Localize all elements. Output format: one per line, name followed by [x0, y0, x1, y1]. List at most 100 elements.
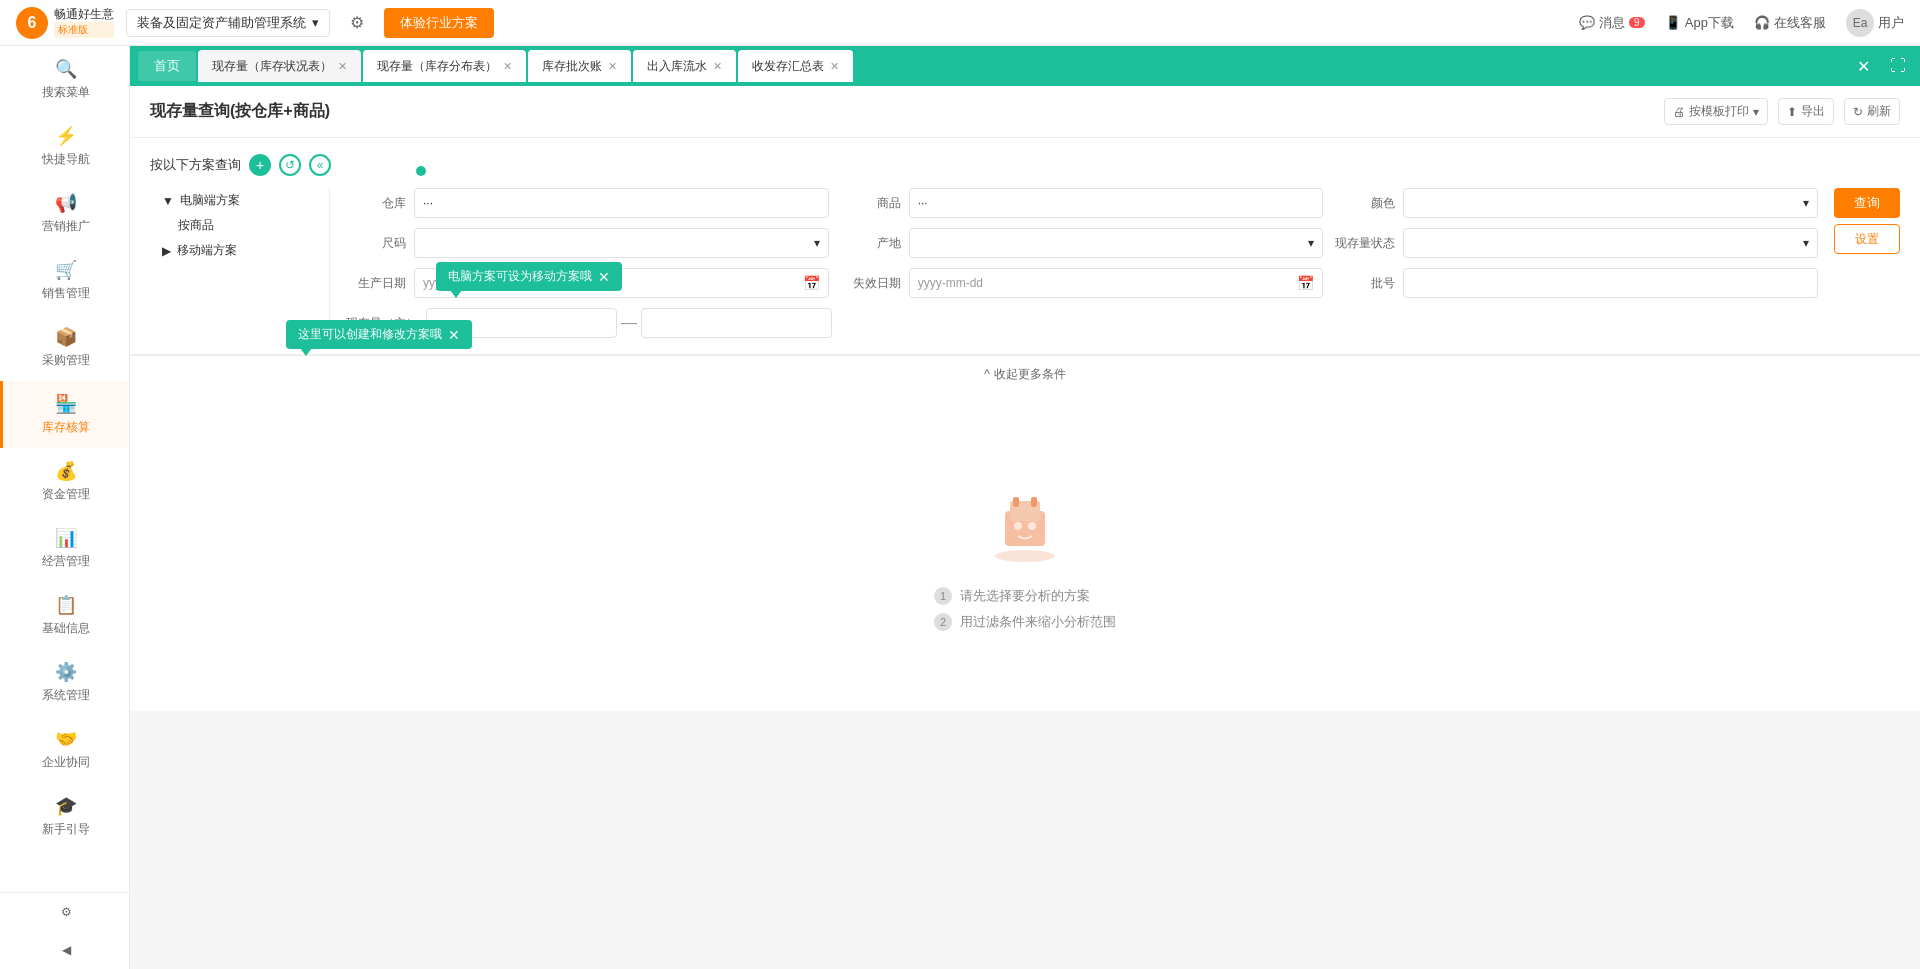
- tooltip1-text: 电脑方案可设为移动方案哦: [448, 268, 592, 285]
- tab-flow-close[interactable]: ✕: [713, 60, 722, 73]
- filter-row-1: 仓库 ··· 商品 ···: [346, 188, 1818, 218]
- top-bar-left: 6 畅通好生意 标准版 装备及固定资产辅助管理系统 ▾ ⚙ 体验行业方案: [16, 7, 494, 39]
- tab-close-all-btn[interactable]: ✕: [1851, 55, 1876, 78]
- tab-fullscreen-btn[interactable]: ⛶: [1884, 55, 1912, 77]
- tab-home[interactable]: 首页: [138, 51, 196, 81]
- filter-dot-indicator: [416, 166, 426, 176]
- tab-flow[interactable]: 出入库流水 ✕: [633, 50, 736, 82]
- sidebar-item-sales[interactable]: 🛒 销售管理: [0, 247, 129, 314]
- collapse-arrow-icon: ◀: [62, 943, 71, 957]
- sidebar-item-inventory[interactable]: 🏪 库存核算: [0, 381, 129, 448]
- origin-input[interactable]: ▾: [909, 228, 1324, 258]
- purchase-icon: 📦: [55, 326, 77, 348]
- reset-button[interactable]: 设置: [1834, 224, 1900, 254]
- message-item[interactable]: 💬 消息 9: [1579, 14, 1645, 32]
- empty-state-icon: [975, 471, 1075, 571]
- collapse-row: ^ 收起更多条件: [130, 355, 1920, 391]
- empty-tips: 1 请先选择要分析的方案 2 用过滤条件来缩小分析范围: [934, 587, 1116, 631]
- size-input[interactable]: ▾: [414, 228, 829, 258]
- color-input[interactable]: ▾: [1403, 188, 1818, 218]
- tip-text-1: 请先选择要分析的方案: [960, 587, 1090, 605]
- range-separator: —: [621, 314, 637, 332]
- sidebar-item-enterprise[interactable]: 🤝 企业协同: [0, 716, 129, 783]
- expire-date-placeholder: yyyy-mm-dd: [918, 276, 983, 290]
- warehouse-dots: ···: [423, 196, 433, 210]
- main-layout: 🔍 搜索菜单 ⚡ 快捷导航 📢 营销推广 🛒 销售管理 📦 采购管理 🏪 库存核…: [0, 46, 1920, 969]
- online-service-item[interactable]: 🎧 在线客服: [1754, 14, 1826, 32]
- filter-row-4: 现存量（主） —: [346, 308, 1818, 338]
- tab-inventory-status-close[interactable]: ✕: [338, 60, 347, 73]
- sidebar-item-system[interactable]: ⚙️ 系统管理: [0, 649, 129, 716]
- tip-text-2: 用过滤条件来缩小分析范围: [960, 613, 1116, 631]
- export-button[interactable]: ⬆ 导出: [1778, 98, 1834, 125]
- sidebar-item-guide-label: 新手引导: [42, 821, 90, 838]
- filter-circle-button[interactable]: ↺: [279, 154, 301, 176]
- tab-summary[interactable]: 收发存汇总表 ✕: [738, 50, 853, 82]
- filter-area: 按以下方案查询 + ↺ « ▼ 电脑端方案: [130, 138, 1920, 355]
- tab-inventory-status[interactable]: 现存量（库存状况表） ✕: [198, 50, 361, 82]
- sidebar-item-marketing[interactable]: 📢 营销推广: [0, 180, 129, 247]
- stock-status-label: 现存量状态: [1335, 235, 1395, 252]
- svg-rect-6: [1031, 497, 1037, 507]
- svg-point-0: [995, 550, 1055, 562]
- main-content: 1 请先选择要分析的方案 2 用过滤条件来缩小分析范围: [130, 391, 1920, 711]
- finance-icon: 💰: [55, 460, 77, 482]
- phone-icon: 📱: [1665, 15, 1681, 30]
- expire-date-input[interactable]: yyyy-mm-dd 📅: [909, 268, 1324, 298]
- trial-button[interactable]: 体验行业方案: [384, 8, 494, 38]
- tooltip1-close-icon[interactable]: ✕: [598, 269, 610, 285]
- scheme-mobile-parent[interactable]: ▶ 移动端方案: [150, 238, 317, 263]
- system-selector[interactable]: 装备及固定资产辅助管理系统 ▾: [126, 9, 330, 37]
- stock-main-max-input[interactable]: [641, 308, 832, 338]
- print-arrow-icon: ▾: [1753, 105, 1759, 119]
- filter-arrow-button[interactable]: «: [309, 154, 331, 176]
- tooltip-create-scheme: 这里可以创建和修改方案哦 ✕: [286, 320, 472, 349]
- query-button[interactable]: 查询: [1834, 188, 1900, 218]
- sidebar-item-system-label: 系统管理: [42, 687, 90, 704]
- sidebar-settings-btn[interactable]: ⚙: [0, 893, 129, 931]
- sidebar-item-basic[interactable]: 📋 基础信息: [0, 582, 129, 649]
- app-download-label: App下载: [1685, 14, 1734, 32]
- gear-icon: ⚙: [61, 905, 72, 919]
- sidebar-item-search[interactable]: 🔍 搜索菜单: [0, 46, 129, 113]
- tab-inventory-status-label: 现存量（库存状况表）: [212, 58, 332, 75]
- tab-summary-close[interactable]: ✕: [830, 60, 839, 73]
- empty-state: 1 请先选择要分析的方案 2 用过滤条件来缩小分析范围: [130, 391, 1920, 711]
- batch-input[interactable]: [1403, 268, 1818, 298]
- sidebar-item-finance-label: 资金管理: [42, 486, 90, 503]
- warehouse-input[interactable]: ···: [414, 188, 829, 218]
- sidebar-item-purchase-label: 采购管理: [42, 352, 90, 369]
- tab-inventory-dist[interactable]: 现存量（库存分布表） ✕: [363, 50, 526, 82]
- sidebar-item-sales-label: 销售管理: [42, 285, 90, 302]
- refresh-button[interactable]: ↻ 刷新: [1844, 98, 1900, 125]
- tab-batch[interactable]: 库存批次账 ✕: [528, 50, 631, 82]
- sidebar-item-purchase[interactable]: 📦 采购管理: [0, 314, 129, 381]
- user-item[interactable]: Ea 用户: [1846, 9, 1904, 37]
- goods-input[interactable]: ···: [909, 188, 1324, 218]
- filter-add-button[interactable]: +: [249, 154, 271, 176]
- tab-batch-close[interactable]: ✕: [608, 60, 617, 73]
- size-dropdown-icon: ▾: [814, 236, 820, 250]
- sidebar-item-operations[interactable]: 📊 经营管理: [0, 515, 129, 582]
- sidebar-collapse-btn[interactable]: ◀: [0, 931, 129, 969]
- sidebar-item-finance[interactable]: 💰 资金管理: [0, 448, 129, 515]
- settings-button[interactable]: ⚙: [342, 8, 372, 38]
- search-icon: 🔍: [55, 58, 77, 80]
- tooltip2-close-icon[interactable]: ✕: [448, 327, 460, 343]
- scheme-item-by-goods[interactable]: 按商品: [150, 213, 317, 238]
- scheme-desktop-parent[interactable]: ▼ 电脑端方案: [150, 188, 317, 213]
- filter-origin: 产地 ▾: [841, 228, 1324, 258]
- tab-summary-label: 收发存汇总表: [752, 58, 824, 75]
- empty-tip-2: 2 用过滤条件来缩小分析范围: [934, 613, 1116, 631]
- inventory-icon: 🏪: [55, 393, 77, 415]
- sidebar-item-inventory-label: 库存核算: [42, 419, 90, 436]
- print-button[interactable]: 🖨 按模板打印 ▾: [1664, 98, 1768, 125]
- collapse-button[interactable]: ^ 收起更多条件: [984, 366, 1066, 383]
- sidebar-item-nav[interactable]: ⚡ 快捷导航: [0, 113, 129, 180]
- tab-inventory-dist-close[interactable]: ✕: [503, 60, 512, 73]
- app-download-item[interactable]: 📱 App下载: [1665, 14, 1734, 32]
- filter-action-buttons: 查询 设置: [1834, 188, 1900, 338]
- sidebar-item-guide[interactable]: 🎓 新手引导: [0, 783, 129, 850]
- sidebar-item-operations-label: 经营管理: [42, 553, 90, 570]
- stock-status-input[interactable]: ▾: [1403, 228, 1818, 258]
